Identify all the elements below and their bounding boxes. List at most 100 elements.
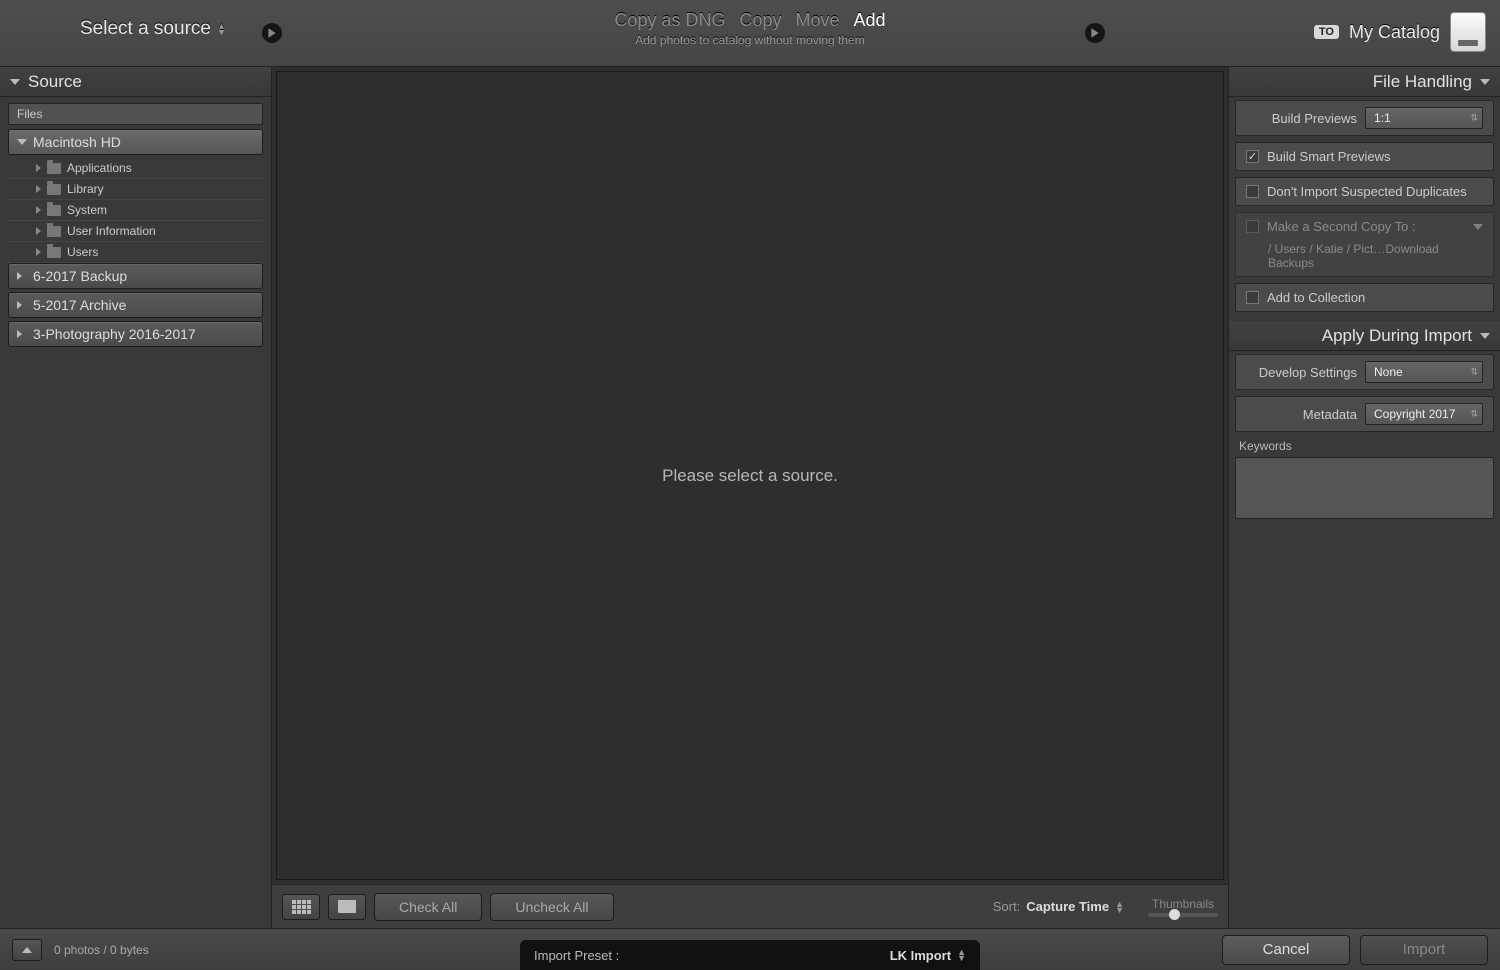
folder-row[interactable]: Applications [8, 158, 263, 179]
disclosure-triangle-icon [1480, 333, 1490, 339]
checkbox-icon[interactable] [1246, 291, 1259, 304]
build-previews-label: Build Previews [1272, 111, 1357, 126]
drive-name: 3-Photography 2016-2017 [33, 326, 196, 342]
smart-previews-row[interactable]: Build Smart Previews [1235, 142, 1494, 171]
catalog-name: My Catalog [1349, 22, 1440, 43]
folder-row[interactable]: Users [8, 242, 263, 263]
folder-row[interactable]: User Information [8, 221, 263, 242]
disclosure-triangle-icon [1473, 224, 1483, 230]
add-to-collection-row[interactable]: Add to Collection [1235, 283, 1494, 312]
thumbnail-label: Thumbnails [1148, 897, 1218, 911]
single-view-icon [338, 900, 356, 913]
status-text: 0 photos / 0 bytes [54, 943, 149, 957]
build-previews-dropdown[interactable]: 1:1 ⇅ [1365, 107, 1483, 129]
uncheck-all-button[interactable]: Uncheck All [490, 893, 613, 921]
preset-label: Import Preset : [534, 948, 619, 963]
disclosure-triangle-icon [10, 79, 20, 85]
second-copy-row[interactable]: Make a Second Copy To : / Users / Katie … [1235, 212, 1494, 277]
metadata-value: Copyright 2017 [1374, 407, 1455, 421]
folder-name: Applications [67, 161, 132, 175]
import-preset-bar[interactable]: Import Preset : LK Import ▲▼ [520, 940, 980, 970]
preview-panel: Please select a source. Check All Unchec… [272, 67, 1228, 928]
keywords-input[interactable] [1235, 457, 1494, 519]
dropdown-icon: ⇅ [1470, 409, 1478, 420]
check-all-button[interactable]: Check All [374, 893, 482, 921]
apply-during-import-header[interactable]: Apply During Import [1229, 321, 1500, 351]
preview-toolbar: Check All Uncheck All Sort: Capture Time… [272, 884, 1228, 928]
folder-icon [47, 163, 61, 174]
dropdown-icon: ⇅ [1470, 367, 1478, 378]
mode-add[interactable]: Add [854, 10, 886, 31]
build-previews-value: 1:1 [1374, 111, 1391, 125]
loupe-view-button[interactable] [328, 894, 366, 920]
tray-toggle-button[interactable] [12, 939, 42, 961]
grid-view-button[interactable] [282, 894, 320, 920]
cancel-button[interactable]: Cancel [1222, 935, 1350, 965]
source-panel-header[interactable]: Source [0, 67, 271, 97]
sort-label: Sort: [993, 899, 1020, 914]
checkbox-icon[interactable] [1246, 220, 1259, 233]
import-label: Import [1403, 941, 1446, 958]
second-copy-label: Make a Second Copy To : [1267, 219, 1416, 234]
nav-arrow-right-icon[interactable] [1085, 23, 1105, 43]
dropdown-icon: ▲▼ [217, 23, 226, 35]
chevron-right-icon [36, 227, 41, 235]
drive-name: 6-2017 Backup [33, 268, 127, 284]
folder-icon [47, 226, 61, 237]
drive-row[interactable]: 6-2017 Backup [8, 263, 263, 289]
disclosure-triangle-icon [17, 301, 27, 309]
cancel-label: Cancel [1263, 941, 1310, 958]
keywords-label: Keywords [1229, 435, 1500, 455]
metadata-label: Metadata [1303, 407, 1357, 422]
disclosure-triangle-icon [17, 330, 27, 338]
dropdown-icon: ⇅ [1470, 113, 1478, 124]
preview-placeholder: Please select a source. [662, 466, 838, 486]
source-panel: Source Files Macintosh HD Applications L… [0, 67, 272, 928]
chevron-right-icon [36, 206, 41, 214]
preset-value: LK Import [890, 948, 951, 963]
mode-copy[interactable]: Copy [739, 10, 781, 31]
main-area: Source Files Macintosh HD Applications L… [0, 67, 1500, 928]
nav-arrow-right-icon[interactable] [262, 23, 282, 43]
develop-settings-value: None [1374, 365, 1403, 379]
drive-name: 5-2017 Archive [33, 297, 126, 313]
checkbox-icon[interactable] [1246, 185, 1259, 198]
dropdown-icon: ▲▼ [1115, 901, 1124, 913]
folder-name: Library [67, 182, 104, 196]
drive-row[interactable]: Macintosh HD [8, 129, 263, 155]
chevron-up-icon [22, 947, 32, 953]
import-mode-switcher: Copy as DNG Copy Move Add Add photos to … [614, 10, 885, 47]
develop-settings-label: Develop Settings [1259, 365, 1357, 380]
drive-row[interactable]: 3-Photography 2016-2017 [8, 321, 263, 347]
grid-icon [292, 900, 311, 914]
sort-control[interactable]: Sort: Capture Time ▲▼ [993, 899, 1124, 914]
mode-copy-as-dng[interactable]: Copy as DNG [614, 10, 725, 31]
drive-row[interactable]: 5-2017 Archive [8, 292, 263, 318]
file-handling-header[interactable]: File Handling [1229, 67, 1500, 97]
bottom-bar: 0 photos / 0 bytes Import Preset : LK Im… [0, 928, 1500, 970]
folder-name: User Information [67, 224, 156, 238]
checkbox-icon[interactable] [1246, 150, 1259, 163]
develop-settings-row: Develop Settings None ⇅ [1235, 354, 1494, 390]
mode-move[interactable]: Move [796, 10, 840, 31]
source-picker-label: Select a source [80, 18, 211, 40]
destination[interactable]: TO My Catalog [1314, 12, 1486, 52]
slider-knob-icon[interactable] [1169, 909, 1180, 920]
top-bar: Select a source ▲▼ Copy as DNG Copy Move… [0, 0, 1500, 67]
mode-description: Add photos to catalog without moving the… [614, 33, 885, 47]
preview-area: Please select a source. [276, 71, 1224, 880]
import-button[interactable]: Import [1360, 935, 1488, 965]
metadata-dropdown[interactable]: Copyright 2017 ⇅ [1365, 403, 1483, 425]
develop-settings-dropdown[interactable]: None ⇅ [1365, 361, 1483, 383]
duplicates-label: Don't Import Suspected Duplicates [1267, 184, 1467, 199]
to-badge: TO [1314, 25, 1339, 39]
folder-name: System [67, 203, 107, 217]
folder-row[interactable]: Library [8, 179, 263, 200]
thumbnail-size-control: Thumbnails [1148, 897, 1218, 917]
folder-row[interactable]: System [8, 200, 263, 221]
source-picker[interactable]: Select a source ▲▼ [80, 18, 226, 40]
thumbnail-slider[interactable] [1148, 913, 1218, 917]
files-section-label: Files [8, 103, 263, 125]
duplicates-row[interactable]: Don't Import Suspected Duplicates [1235, 177, 1494, 206]
build-previews-row: Build Previews 1:1 ⇅ [1235, 100, 1494, 136]
